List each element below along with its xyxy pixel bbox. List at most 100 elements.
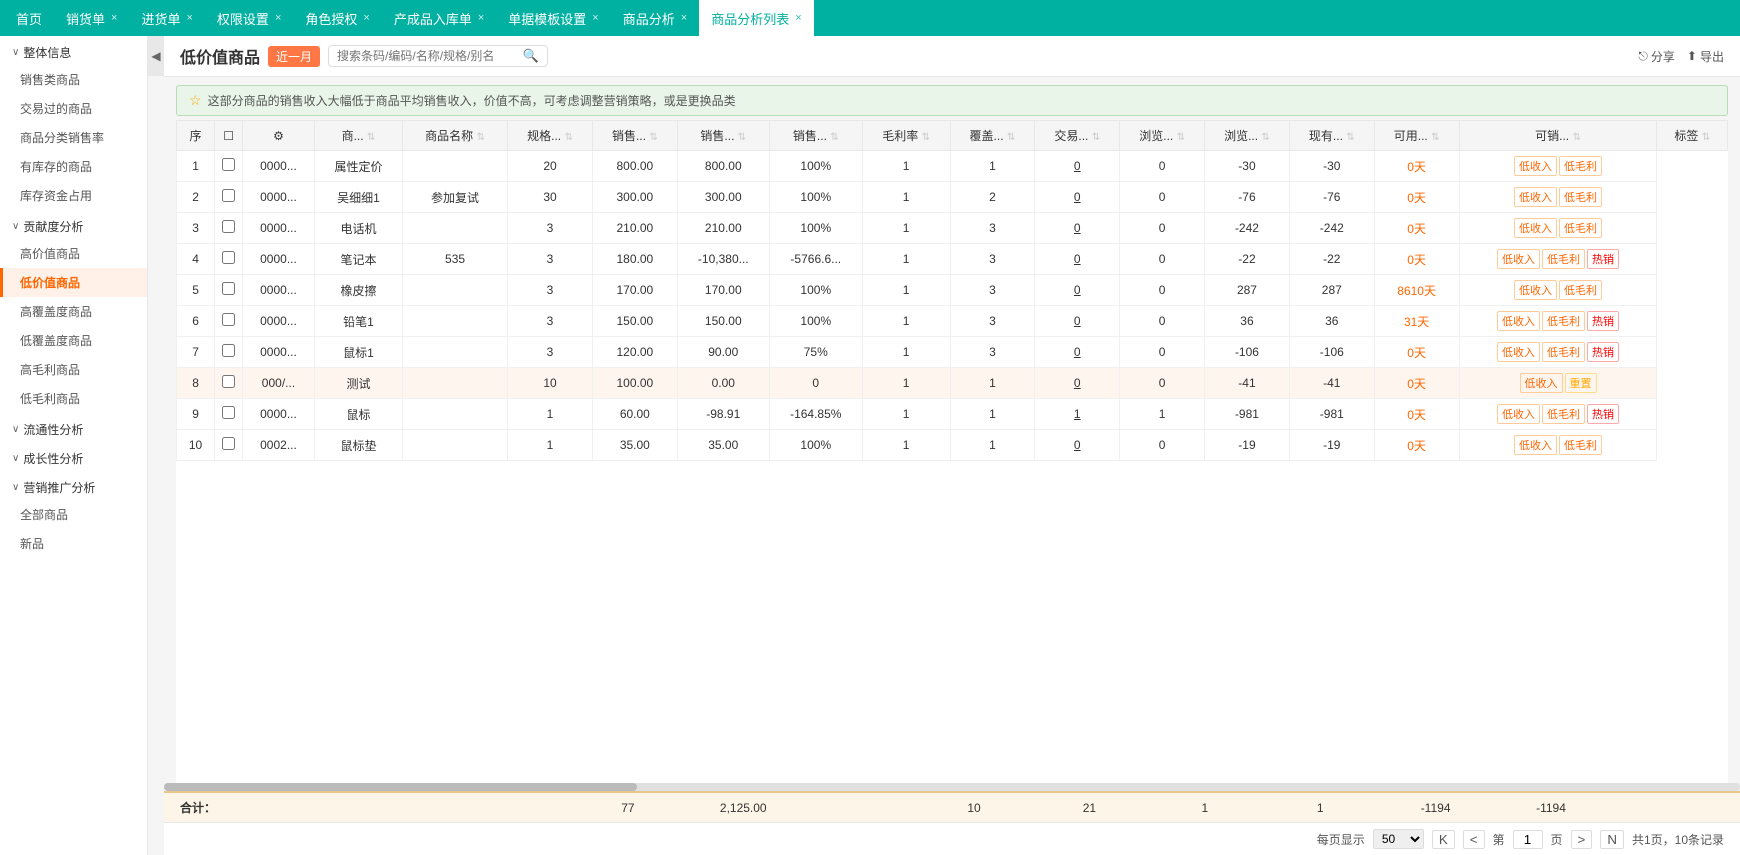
row-checkbox[interactable]	[222, 313, 235, 326]
sidebar-item-stocked-products[interactable]: 有库存的商品	[0, 152, 147, 181]
cell-checkbox[interactable]	[215, 213, 243, 244]
cell-checkbox[interactable]	[215, 430, 243, 461]
nav-template-settings[interactable]: 单据模板设置 ×	[496, 0, 610, 36]
sidebar-item-high-value[interactable]: 高价值商品	[0, 239, 147, 268]
close-icon[interactable]: ×	[681, 12, 687, 24]
close-icon[interactable]: ×	[363, 12, 369, 24]
close-icon[interactable]: ×	[795, 12, 801, 24]
row-checkbox[interactable]	[222, 189, 235, 202]
th-views1[interactable]: 浏览... ⇅	[1120, 121, 1205, 151]
cell-gross: 100%	[769, 151, 862, 182]
sidebar-item-high-profit[interactable]: 高毛利商品	[0, 355, 147, 384]
sidebar-item-new-products[interactable]: 新品	[0, 529, 147, 558]
search-input[interactable]	[337, 49, 523, 63]
sidebar-collapse-button[interactable]: ◀	[148, 36, 164, 76]
scroll-thumb[interactable]	[164, 783, 637, 791]
th-sales-qty[interactable]: 销售... ⇅	[592, 121, 677, 151]
cell-checkbox[interactable]	[215, 182, 243, 213]
sidebar-item-low-value[interactable]: 低价值商品	[0, 268, 147, 297]
th-current-stock[interactable]: 现有... ⇅	[1289, 121, 1374, 151]
cell-checkbox[interactable]	[215, 275, 243, 306]
cell-qty: 3	[508, 337, 593, 368]
close-icon[interactable]: ×	[186, 12, 192, 24]
export-button[interactable]: ⬆ 导出	[1687, 48, 1724, 65]
sidebar-item-traded-products[interactable]: 交易过的商品	[0, 94, 147, 123]
close-icon[interactable]: ×	[111, 12, 117, 24]
nav-product-stock[interactable]: 产成品入库单 ×	[382, 0, 496, 36]
sidebar-item-low-profit[interactable]: 低毛利商品	[0, 384, 147, 413]
sidebar-section-liquidity[interactable]: ∨ 流通性分析	[0, 413, 147, 442]
cell-checkbox[interactable]	[215, 399, 243, 430]
nav-product-analysis-list[interactable]: 商品分析列表 ×	[699, 0, 813, 36]
horizontal-scrollbar[interactable]	[164, 783, 1740, 791]
sidebar-section-overall[interactable]: ∨ 整体信息	[0, 36, 147, 65]
row-checkbox[interactable]	[222, 406, 235, 419]
share-button[interactable]: ⎋ 分享	[1638, 48, 1675, 65]
cell-view1[interactable]: 0	[1035, 368, 1120, 399]
search-icon[interactable]: 🔍	[523, 48, 539, 64]
nav-permission[interactable]: 权限设置 ×	[205, 0, 293, 36]
nav-role-auth[interactable]: 角色授权 ×	[293, 0, 381, 36]
data-table-container[interactable]: 序 ☐ ⚙ 商... ⇅ 商品名称 ⇅ 规格... ⇅ 销售... ⇅ 销售..…	[176, 120, 1728, 783]
row-checkbox[interactable]	[222, 158, 235, 171]
nav-product-analysis[interactable]: 商品分析 ×	[611, 0, 699, 36]
cell-view1[interactable]: 0	[1035, 213, 1120, 244]
period-button[interactable]: 近一月	[268, 46, 320, 67]
cell-checkbox[interactable]	[215, 244, 243, 275]
th-tags[interactable]: 标签 ⇅	[1657, 121, 1728, 151]
page-number-input[interactable]	[1513, 830, 1543, 849]
cell-checkbox[interactable]	[215, 306, 243, 337]
th-settings[interactable]: ⚙	[243, 121, 315, 151]
th-available-stock[interactable]: 可用... ⇅	[1374, 121, 1459, 151]
page-size-select[interactable]: 50 100 200	[1373, 829, 1424, 849]
th-sales-profit[interactable]: 销售... ⇅	[769, 121, 862, 151]
cell-checkbox[interactable]	[215, 368, 243, 399]
nav-home[interactable]: 首页	[4, 0, 54, 36]
close-icon[interactable]: ×	[275, 12, 281, 24]
nav-purchase-order[interactable]: 进货单 ×	[129, 0, 204, 36]
first-page-button[interactable]: K	[1432, 830, 1455, 849]
th-code[interactable]: 商... ⇅	[314, 121, 402, 151]
cell-view1[interactable]: 0	[1035, 306, 1120, 337]
sidebar-section-marketing[interactable]: ∨ 营销推广分析	[0, 471, 147, 500]
sidebar-item-all-products[interactable]: 全部商品	[0, 500, 147, 529]
cell-view1[interactable]: 0	[1035, 244, 1120, 275]
cell-view1[interactable]: 0	[1035, 182, 1120, 213]
prev-page-button[interactable]: <	[1463, 830, 1485, 849]
th-gross-margin[interactable]: 毛利率 ⇅	[862, 121, 950, 151]
cell-days: 0天	[1374, 213, 1459, 244]
th-saleable-days[interactable]: 可销... ⇅	[1459, 121, 1657, 151]
cell-checkbox[interactable]	[215, 151, 243, 182]
th-checkbox[interactable]: ☐	[215, 121, 243, 151]
sidebar-section-contribution[interactable]: ∨ 贡献度分析	[0, 210, 147, 239]
cell-view1[interactable]: 0	[1035, 151, 1120, 182]
th-transactions[interactable]: 交易... ⇅	[1035, 121, 1120, 151]
last-page-button[interactable]: N	[1600, 830, 1624, 849]
cell-view1[interactable]: 0	[1035, 430, 1120, 461]
cell-view1[interactable]: 0	[1035, 275, 1120, 306]
close-icon[interactable]: ×	[478, 12, 484, 24]
cell-view1[interactable]: 1	[1035, 399, 1120, 430]
sidebar-item-high-coverage[interactable]: 高覆盖度商品	[0, 297, 147, 326]
th-spec[interactable]: 规格... ⇅	[508, 121, 593, 151]
sidebar-item-category-sales-rate[interactable]: 商品分类销售率	[0, 123, 147, 152]
sidebar-item-inventory-capital[interactable]: 库存资金占用	[0, 181, 147, 210]
th-sales-amount[interactable]: 销售... ⇅	[677, 121, 769, 151]
cell-view1[interactable]: 0	[1035, 337, 1120, 368]
row-checkbox[interactable]	[222, 220, 235, 233]
cell-checkbox[interactable]	[215, 337, 243, 368]
sidebar-item-low-coverage[interactable]: 低覆盖度商品	[0, 326, 147, 355]
close-icon[interactable]: ×	[592, 12, 598, 24]
row-checkbox[interactable]	[222, 375, 235, 388]
row-checkbox[interactable]	[222, 437, 235, 450]
sidebar-section-growth[interactable]: ∨ 成长性分析	[0, 442, 147, 471]
th-views2[interactable]: 浏览... ⇅	[1205, 121, 1290, 151]
row-checkbox[interactable]	[222, 344, 235, 357]
th-name[interactable]: 商品名称 ⇅	[403, 121, 508, 151]
th-coverage[interactable]: 覆盖... ⇅	[950, 121, 1035, 151]
row-checkbox[interactable]	[222, 282, 235, 295]
sidebar-item-sales-products[interactable]: 销售类商品	[0, 65, 147, 94]
row-checkbox[interactable]	[222, 251, 235, 264]
nav-sales-order[interactable]: 销货单 ×	[54, 0, 129, 36]
next-page-button[interactable]: >	[1571, 830, 1593, 849]
